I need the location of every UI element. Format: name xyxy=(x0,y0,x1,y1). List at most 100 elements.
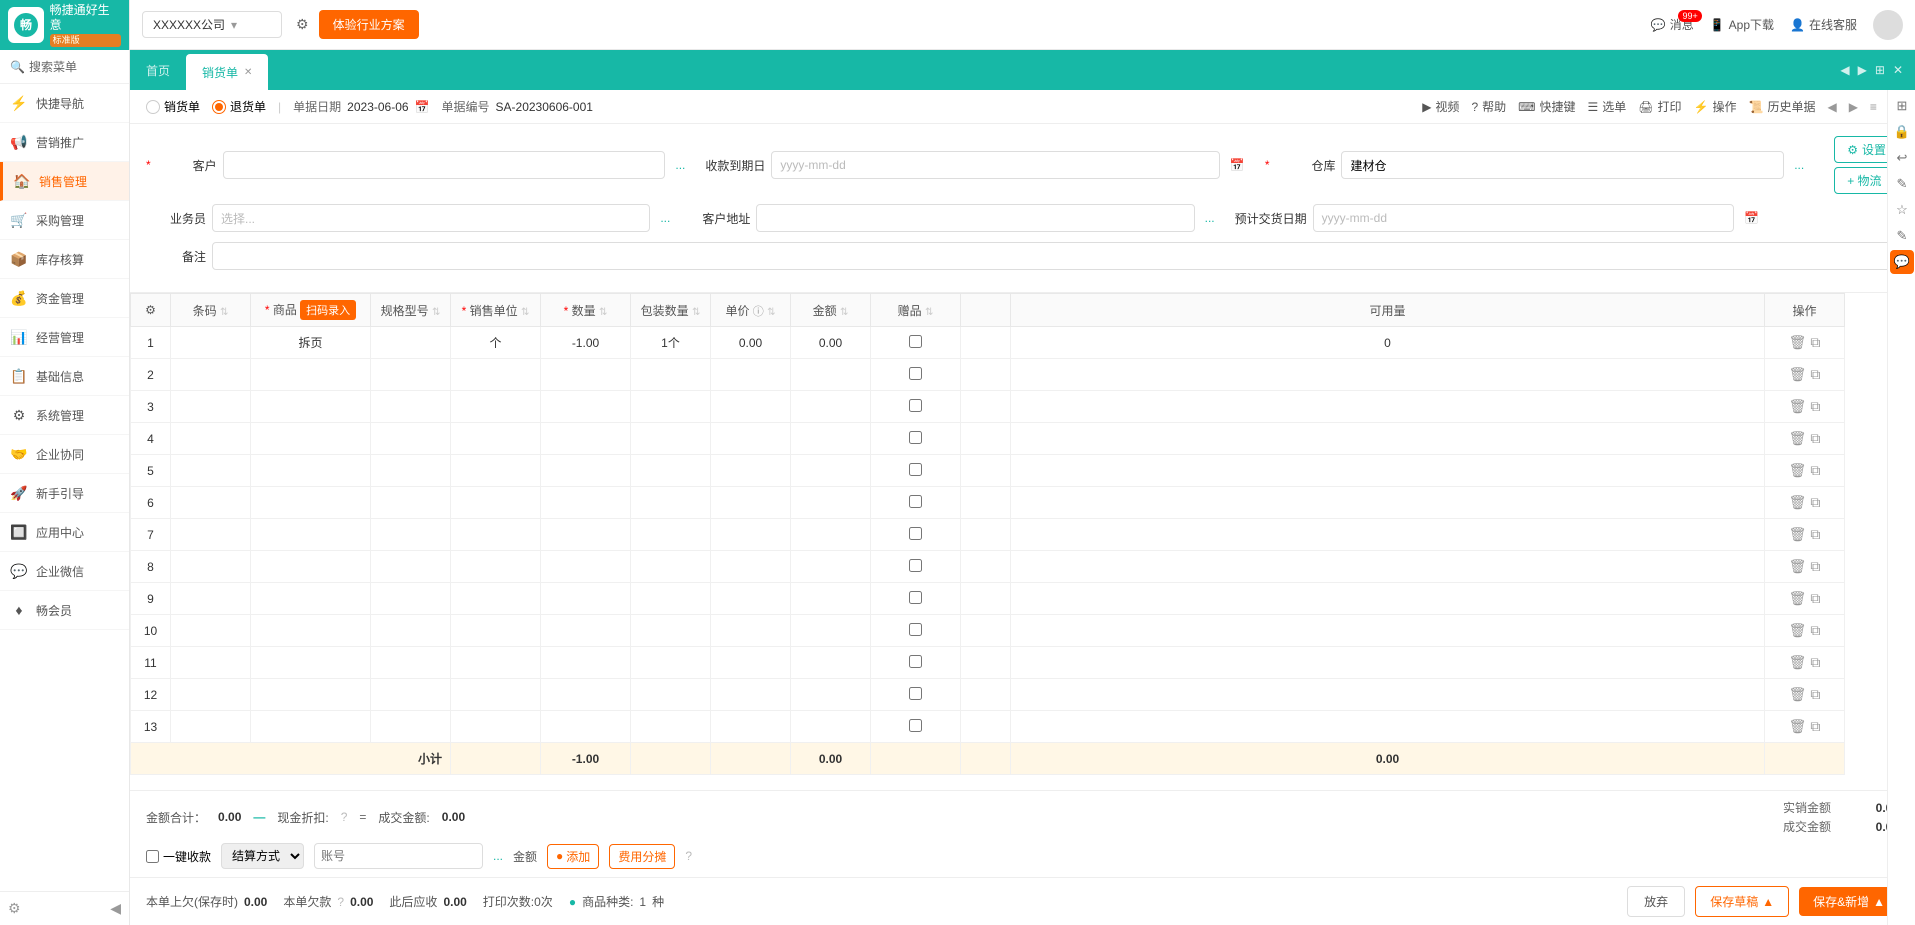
cell-price[interactable] xyxy=(711,391,791,423)
cell-notes[interactable] xyxy=(961,583,1011,615)
cell-amount[interactable] xyxy=(791,455,871,487)
expected-date-calendar-icon[interactable]: 📅 xyxy=(1744,211,1759,225)
cell-product[interactable] xyxy=(251,583,371,615)
print-action[interactable]: 🖨 打印 xyxy=(1638,98,1681,115)
cell-spec[interactable] xyxy=(371,391,451,423)
delete-row-btn[interactable]: 🗑 xyxy=(1789,334,1807,351)
select-action[interactable]: ☰ 选单 xyxy=(1587,98,1626,115)
online-service-btn[interactable]: 👤 在线客服 xyxy=(1790,16,1857,33)
cell-barcode[interactable] xyxy=(171,647,251,679)
cell-qty[interactable] xyxy=(541,551,631,583)
cell-gift[interactable] xyxy=(871,679,961,711)
cell-product[interactable]: 拆页 xyxy=(251,327,371,359)
gift-checkbox[interactable] xyxy=(909,719,922,732)
cell-unit[interactable] xyxy=(451,615,541,647)
copy-row-btn[interactable]: ⧉ xyxy=(1810,718,1820,735)
sidebar-item-app-center[interactable]: 🔲 应用中心 xyxy=(0,513,129,552)
copy-row-btn[interactable]: ⧉ xyxy=(1810,334,1820,351)
tab-next-icon[interactable]: ▶ xyxy=(1858,63,1867,77)
account-input[interactable] xyxy=(314,843,483,869)
save-draft-arrow[interactable]: ▲ xyxy=(1762,895,1774,909)
help-action[interactable]: ? 帮助 xyxy=(1471,98,1506,115)
cell-product[interactable] xyxy=(251,455,371,487)
cell-gift[interactable] xyxy=(871,615,961,647)
radio-return[interactable]: 退货单 xyxy=(212,98,266,115)
cell-amount[interactable] xyxy=(791,391,871,423)
cell-unit[interactable]: 个 xyxy=(451,327,541,359)
cell-notes[interactable] xyxy=(961,679,1011,711)
cell-unit[interactable] xyxy=(451,679,541,711)
cell-price[interactable] xyxy=(711,423,791,455)
customer-addr-input[interactable] xyxy=(756,204,1194,232)
cell-amount[interactable] xyxy=(791,551,871,583)
cell-notes[interactable] xyxy=(961,487,1011,519)
user-avatar[interactable] xyxy=(1873,10,1903,40)
sidebar-item-business[interactable]: 📊 经营管理 xyxy=(0,318,129,357)
cell-gift[interactable] xyxy=(871,359,961,391)
nav-next-icon[interactable]: ▶ xyxy=(1849,100,1858,114)
payment-method-select[interactable]: 结算方式 xyxy=(221,843,304,869)
cell-pkgqty[interactable] xyxy=(631,679,711,711)
cell-barcode[interactable] xyxy=(171,423,251,455)
cell-unit[interactable] xyxy=(451,359,541,391)
cell-pkgqty[interactable] xyxy=(631,615,711,647)
sidebar-item-finance[interactable]: 💰 资金管理 xyxy=(0,279,129,318)
delete-row-btn[interactable]: 🗑 xyxy=(1789,718,1807,735)
tab-close-all-icon[interactable]: ✕ xyxy=(1893,63,1903,77)
sidebar-collapse-icon[interactable]: ◀ xyxy=(110,900,121,917)
gift-checkbox[interactable] xyxy=(909,431,922,444)
operate-action[interactable]: ⚡ 操作 xyxy=(1694,98,1737,115)
cell-qty[interactable] xyxy=(541,359,631,391)
copy-row-btn[interactable]: ⧉ xyxy=(1810,654,1820,671)
cell-unit[interactable] xyxy=(451,423,541,455)
save-draft-btn[interactable]: 保存草稿 ▲ xyxy=(1695,886,1789,917)
cell-spec[interactable] xyxy=(371,679,451,711)
cell-pkgqty[interactable] xyxy=(631,391,711,423)
cell-spec[interactable] xyxy=(371,487,451,519)
cell-qty[interactable] xyxy=(541,583,631,615)
right-panel-btn-2[interactable]: 🔒 xyxy=(1890,120,1914,144)
cell-product[interactable] xyxy=(251,423,371,455)
cell-product[interactable] xyxy=(251,615,371,647)
cell-barcode[interactable] xyxy=(171,711,251,743)
notes-input[interactable] xyxy=(212,242,1899,270)
right-panel-btn-1[interactable]: ⊞ xyxy=(1890,94,1914,118)
save-new-btn[interactable]: 保存&新增 ▲ xyxy=(1799,887,1899,916)
cell-amount[interactable] xyxy=(791,615,871,647)
salesman-input[interactable]: 选择... xyxy=(212,204,650,232)
gift-checkbox[interactable] xyxy=(909,367,922,380)
cell-pkgqty[interactable] xyxy=(631,455,711,487)
cell-gift[interactable] xyxy=(871,583,961,615)
cell-price[interactable] xyxy=(711,455,791,487)
gift-checkbox[interactable] xyxy=(909,495,922,508)
cell-notes[interactable] xyxy=(961,647,1011,679)
cell-qty[interactable] xyxy=(541,391,631,423)
cell-pkgqty[interactable] xyxy=(631,519,711,551)
receipt-date-input[interactable]: yyyy-mm-dd xyxy=(771,151,1219,179)
cell-unit[interactable] xyxy=(451,455,541,487)
cell-unit[interactable] xyxy=(451,487,541,519)
cell-unit[interactable] xyxy=(451,647,541,679)
cell-spec[interactable] xyxy=(371,423,451,455)
gift-checkbox[interactable] xyxy=(909,559,922,572)
tab-home[interactable]: 首页 xyxy=(130,50,186,90)
right-panel-btn-6[interactable]: ✎ xyxy=(1890,224,1914,248)
cell-product[interactable] xyxy=(251,551,371,583)
sidebar-item-purchase[interactable]: 🛒 采购管理 xyxy=(0,201,129,240)
message-btn[interactable]: 💬 消息 99+ xyxy=(1651,16,1694,33)
cell-spec[interactable] xyxy=(371,583,451,615)
cell-barcode[interactable] xyxy=(171,487,251,519)
calendar-icon[interactable]: 📅 xyxy=(415,100,430,114)
tab-prev-icon[interactable]: ◀ xyxy=(1840,63,1849,77)
product-type-icon[interactable]: ● xyxy=(569,895,576,909)
cell-pkgqty[interactable] xyxy=(631,551,711,583)
right-panel-btn-5[interactable]: ☆ xyxy=(1890,198,1914,222)
cell-gift[interactable] xyxy=(871,519,961,551)
one-click-pay-checkbox[interactable]: 一键收款 xyxy=(146,848,211,865)
one-click-pay-check[interactable] xyxy=(146,850,159,863)
copy-row-btn[interactable]: ⧉ xyxy=(1810,366,1820,383)
gift-checkbox[interactable] xyxy=(909,463,922,476)
cell-pkgqty[interactable] xyxy=(631,647,711,679)
cell-notes[interactable] xyxy=(961,327,1011,359)
cell-gift[interactable] xyxy=(871,551,961,583)
